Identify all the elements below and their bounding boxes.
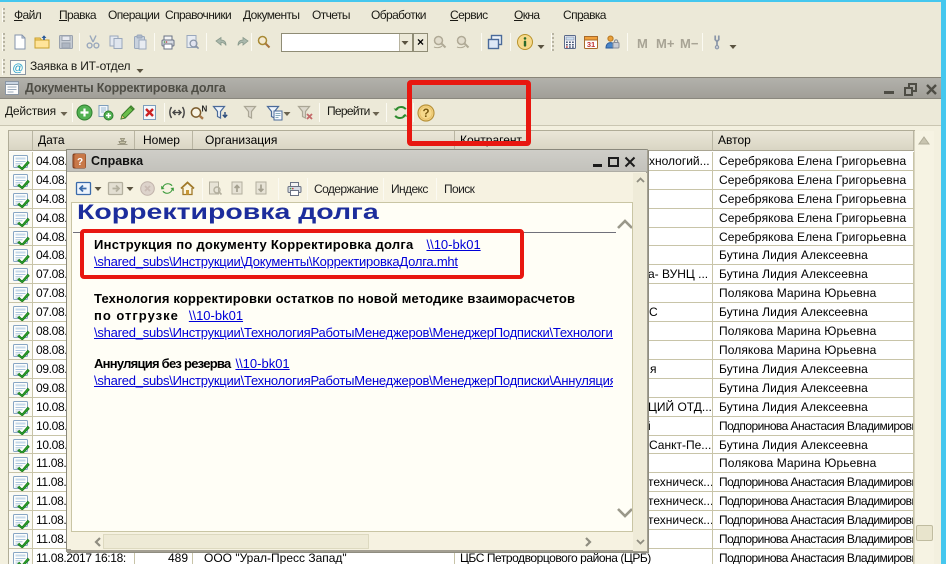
svg-text:?: ? — [77, 157, 83, 168]
svg-text:31: 31 — [587, 40, 595, 49]
svg-text:N: N — [202, 105, 208, 114]
svg-text:@: @ — [12, 63, 23, 75]
